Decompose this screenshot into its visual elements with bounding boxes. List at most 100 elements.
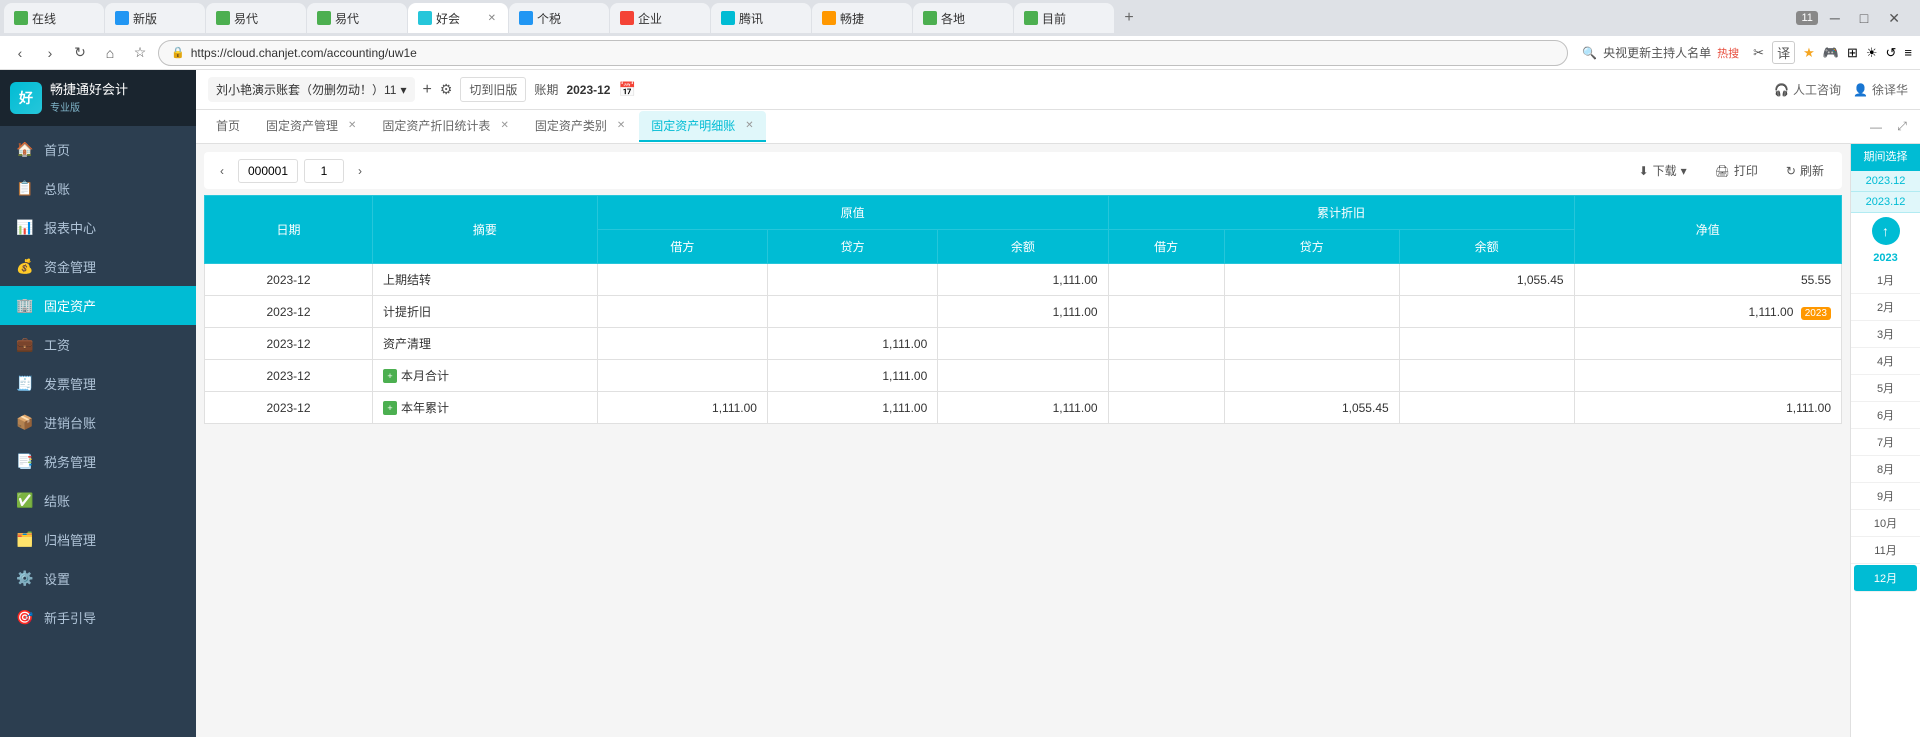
minimize-button[interactable]: ─ [1822, 6, 1848, 30]
tab-close-asset-detail[interactable]: ✕ [745, 120, 753, 131]
download-button[interactable]: ⬇ 下载 ▾ [1629, 158, 1697, 183]
page-code-input[interactable] [238, 159, 298, 183]
tab-asset-detail[interactable]: 固定资产明细账 ✕ [639, 111, 765, 142]
translate-tool[interactable]: 译 [1772, 41, 1795, 64]
version-switch-button[interactable]: 切到旧版 [460, 77, 526, 102]
print-button[interactable]: 🖨 打印 [1705, 158, 1768, 183]
cell-orig-balance-3 [938, 360, 1108, 392]
sidebar-item-tax[interactable]: 📑 税务管理 [0, 442, 196, 481]
next-page-button[interactable]: › [350, 161, 370, 181]
sidebar-item-ledger[interactable]: 📋 总账 [0, 169, 196, 208]
cell-date-4: 2023-12 [205, 392, 373, 424]
sidebar-item-purchase-sales[interactable]: 📦 进销台账 [0, 403, 196, 442]
col-header-net-value: 净值 [1574, 196, 1841, 264]
search-bar[interactable]: 🔍 央视更新主持人名单 热搜 [1582, 44, 1739, 61]
refresh-button[interactable]: ↻ 刷新 [1776, 158, 1834, 183]
sidebar-item-home[interactable]: 🏠 首页 [0, 130, 196, 169]
browser-tab-10[interactable]: 各地 [913, 3, 1013, 33]
url-text: https://cloud.chanjet.com/accounting/uw1… [191, 46, 1556, 60]
year-badge: 2023 [1801, 307, 1831, 320]
bookmark-button[interactable]: ☆ [128, 41, 152, 65]
cell-net-value-4: 1,111.00 [1574, 392, 1841, 424]
tab-close-5[interactable]: ✕ [486, 11, 498, 26]
scissors-tool[interactable]: ✂ [1753, 45, 1764, 61]
user-icon: 👤 [1853, 83, 1868, 97]
tab-close-asset-category[interactable]: ✕ [617, 120, 625, 131]
close-button[interactable]: ✕ [1880, 6, 1908, 31]
undo-tool[interactable]: ↺ [1886, 45, 1897, 61]
sidebar-label-invoice: 发票管理 [44, 374, 96, 393]
period-month-4[interactable]: 4月 [1851, 348, 1920, 375]
game-tool[interactable]: 🎮 [1823, 45, 1839, 61]
tab-count-badge: 11 [1796, 11, 1817, 25]
browser-tab-4[interactable]: 易代 [307, 3, 407, 33]
tab-favicon-8 [721, 11, 735, 25]
period-month-10[interactable]: 10月 [1851, 510, 1920, 537]
period-month-8[interactable]: 8月 [1851, 456, 1920, 483]
browser-tab-2[interactable]: 新版 [105, 3, 205, 33]
help-label: 人工咨询 [1793, 81, 1841, 98]
sidebar-item-invoice[interactable]: 🧾 发票管理 [0, 364, 196, 403]
tab-asset-category[interactable]: 固定资产类别 ✕ [523, 111, 637, 142]
menu-tool[interactable]: ≡ [1904, 45, 1912, 60]
new-tab-button[interactable]: + [1115, 4, 1143, 32]
tab-label-11: 目前 [1042, 10, 1104, 27]
period-month-5[interactable]: 5月 [1851, 375, 1920, 402]
sidebar-item-archive[interactable]: 🗂️ 归档管理 [0, 520, 196, 559]
browser-tab-9[interactable]: 畅捷 [812, 3, 912, 33]
panel-maximize-button[interactable]: ⤢ [1892, 117, 1912, 137]
tab-home[interactable]: 首页 [204, 111, 252, 142]
help-button[interactable]: 🎧 人工咨询 [1774, 81, 1841, 98]
star-tool[interactable]: ★ [1803, 45, 1815, 61]
tab-label-10: 各地 [941, 10, 1003, 27]
tab-depreciation-stat[interactable]: 固定资产折旧统计表 ✕ [370, 111, 520, 142]
cell-dep-balance-1 [1399, 296, 1574, 328]
browser-tab-1[interactable]: 在线 [4, 3, 104, 33]
cell-summary-4: + 本年累计 [372, 392, 597, 424]
period-month-3[interactable]: 3月 [1851, 321, 1920, 348]
period-month-1[interactable]: 1月 [1851, 267, 1920, 294]
period-month-12[interactable]: 12月 [1854, 565, 1917, 592]
browser-tab-7[interactable]: 企业 [610, 3, 710, 33]
refresh-label: 刷新 [1800, 162, 1824, 179]
reload-button[interactable]: ↻ [68, 41, 92, 65]
tab-fixed-assets-mgmt[interactable]: 固定资产管理 ✕ [254, 111, 368, 142]
sidebar-item-payroll[interactable]: 💼 工资 [0, 325, 196, 364]
period-month-7[interactable]: 7月 [1851, 429, 1920, 456]
browser-tab-8[interactable]: 腾讯 [711, 3, 811, 33]
sidebar-item-reports[interactable]: 📊 报表中心 [0, 208, 196, 247]
browser-tab-3[interactable]: 易代 [206, 3, 306, 33]
browser-tab-5[interactable]: 好会 ✕ [408, 3, 508, 33]
tab-close-fixed-assets-mgmt[interactable]: ✕ [348, 120, 356, 131]
settings-cog-button[interactable]: ⚙ [440, 81, 453, 98]
sidebar-item-guide[interactable]: 🎯 新手引导 [0, 598, 196, 637]
period-month-9[interactable]: 9月 [1851, 483, 1920, 510]
grid-tool[interactable]: ⊞ [1847, 45, 1858, 61]
sidebar-item-checkout[interactable]: ✅ 结账 [0, 481, 196, 520]
browser-tab-11[interactable]: 目前 [1014, 3, 1114, 33]
prev-page-button[interactable]: ‹ [212, 161, 232, 181]
sidebar-item-settings[interactable]: ⚙️ 设置 [0, 559, 196, 598]
col-sub-balance: 余额 [938, 230, 1108, 264]
user-button[interactable]: 👤 徐译华 [1853, 81, 1908, 98]
back-button[interactable]: ‹ [8, 41, 32, 65]
sidebar-item-funds[interactable]: 💰 资金管理 [0, 247, 196, 286]
home-nav-button[interactable]: ⌂ [98, 41, 122, 65]
brightness-tool[interactable]: ☀ [1866, 45, 1878, 61]
logo-edition: 专业版 [50, 99, 128, 114]
sidebar-item-fixed-assets[interactable]: 🏢 固定资产 [0, 286, 196, 325]
panel-minimize-button[interactable]: — [1866, 117, 1886, 137]
tab-close-depreciation-stat[interactable]: ✕ [500, 120, 508, 131]
company-selector[interactable]: 刘小艳演示账套（勿删勿动！）11 ▾ [208, 77, 415, 102]
period-month-2[interactable]: 2月 [1851, 294, 1920, 321]
calendar-icon[interactable]: 📅 [618, 81, 635, 98]
maximize-button[interactable]: □ [1852, 6, 1876, 30]
period-scroll-up-button[interactable]: ↑ [1872, 217, 1900, 245]
page-number-input[interactable] [304, 159, 344, 183]
url-bar[interactable]: 🔒 https://cloud.chanjet.com/accounting/u… [158, 40, 1568, 66]
period-month-11[interactable]: 11月 [1851, 537, 1920, 564]
forward-button[interactable]: › [38, 41, 62, 65]
period-month-6[interactable]: 6月 [1851, 402, 1920, 429]
browser-tab-6[interactable]: 个税 [509, 3, 609, 33]
add-company-button[interactable]: + [423, 81, 432, 99]
